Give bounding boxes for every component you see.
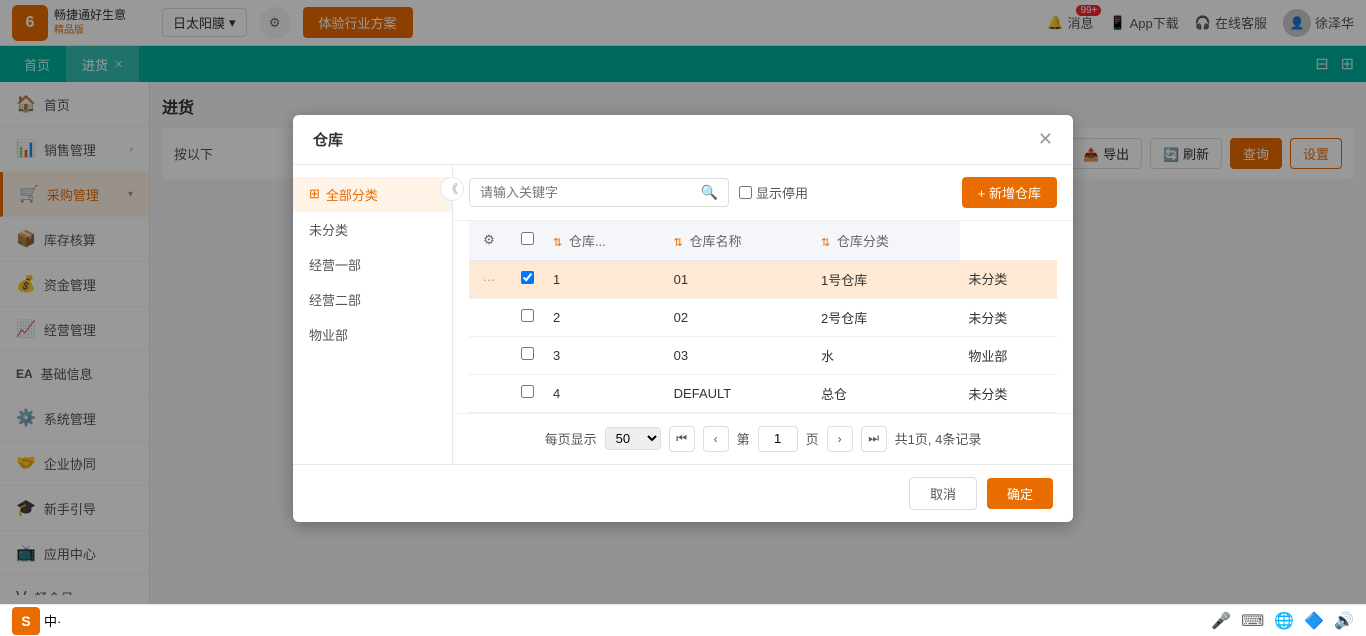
select-all-checkbox[interactable]	[521, 232, 534, 245]
sort-id-icon: ⇅	[553, 237, 562, 249]
row-seq: 4	[545, 374, 666, 412]
th-name: ⇅ 仓库名称	[666, 221, 813, 261]
grid-icon: ⊞	[309, 186, 320, 202]
mic-icon[interactable]: 🎤	[1211, 611, 1231, 631]
row-checkbox[interactable]	[521, 309, 534, 322]
category-all[interactable]: ⊞ 全部分类	[293, 177, 452, 212]
cancel-button[interactable]: 取消	[909, 477, 977, 510]
row-checkbox[interactable]	[521, 385, 534, 398]
category-item-dept1[interactable]: 经营一部	[293, 247, 452, 282]
th-category: ⇅ 仓库分类	[813, 221, 960, 261]
page-size-label: 每页显示	[545, 429, 597, 448]
bottom-logo: S 中·	[12, 607, 61, 635]
warehouse-modal: 仓库 ✕ ⊞ 全部分类 《 未分类 经营一部 经营二部 物业部	[293, 115, 1073, 522]
modal-footer: 取消 确定	[293, 464, 1073, 522]
row-options-cell	[469, 336, 509, 374]
row-category: 未分类	[960, 298, 1057, 336]
table-row[interactable]: 3 03 水 物业部	[469, 336, 1057, 374]
row-checkbox[interactable]	[521, 347, 534, 360]
s-logo-icon: S	[12, 607, 40, 635]
row-category: 未分类	[960, 260, 1057, 298]
table-header-row: ⚙ ⇅ 仓库... ⇅ 仓库名称	[469, 221, 1057, 261]
page-size-select[interactable]: 50 10 20 100	[605, 427, 661, 450]
row-seq: 3	[545, 336, 666, 374]
row-category: 未分类	[960, 374, 1057, 412]
category-item-dept2[interactable]: 经营二部	[293, 282, 452, 317]
warehouse-table: ⚙ ⇅ 仓库... ⇅ 仓库名称	[469, 221, 1057, 413]
row-seq: 1	[545, 260, 666, 298]
show-disabled-wrap: 显示停用	[739, 183, 808, 202]
diamond-icon[interactable]: 🔷	[1304, 611, 1324, 631]
volume-bottom-icon[interactable]: 🔊	[1334, 611, 1354, 631]
row-options-cell: ···	[469, 260, 509, 298]
page-input[interactable]	[758, 426, 798, 452]
next-page-button[interactable]: ›	[827, 426, 853, 452]
show-disabled-label: 显示停用	[756, 183, 808, 202]
pagination: 每页显示 50 10 20 100 ⏮ ‹ 第 页 › ⏭ 共1页, 4条记录	[453, 413, 1073, 464]
row-seq: 2	[545, 298, 666, 336]
confirm-button[interactable]: 确定	[987, 478, 1053, 509]
sort-name-icon: ⇅	[674, 237, 683, 249]
row-category: 物业部	[960, 336, 1057, 374]
row-more-icon[interactable]: ···	[483, 272, 496, 287]
modal-toolbar: 🔍 显示停用 + 新增仓库	[453, 165, 1073, 221]
category-toggle-button[interactable]: 《	[440, 177, 464, 201]
row-name: 2号仓库	[813, 298, 960, 336]
row-name: 水	[813, 336, 960, 374]
th-id: ⇅ 仓库...	[545, 221, 666, 261]
row-id: DEFAULT	[666, 374, 813, 412]
last-page-button[interactable]: ⏭	[861, 426, 887, 452]
row-check-cell	[509, 336, 545, 374]
page-info: 共1页, 4条记录	[895, 429, 982, 448]
search-input[interactable]	[470, 179, 691, 206]
row-name: 1号仓库	[813, 260, 960, 298]
category-item-unclassified[interactable]: 未分类	[293, 212, 452, 247]
keyboard-icon[interactable]: ⌨	[1241, 611, 1264, 631]
row-id: 02	[666, 298, 813, 336]
row-name: 总仓	[813, 374, 960, 412]
bottom-bar: S 中· 🎤 ⌨ 🌐 🔷 🔊	[0, 604, 1366, 636]
warehouse-table-wrap: ⚙ ⇅ 仓库... ⇅ 仓库名称	[453, 221, 1073, 413]
sort-category-icon: ⇅	[821, 237, 830, 249]
modal-overlay: 仓库 ✕ ⊞ 全部分类 《 未分类 经营一部 经营二部 物业部	[0, 0, 1366, 636]
search-icon[interactable]: 🔍	[691, 184, 728, 201]
row-checkbox[interactable]	[521, 271, 534, 284]
prev-page-button[interactable]: ‹	[703, 426, 729, 452]
row-id: 01	[666, 260, 813, 298]
th-checkbox	[509, 221, 545, 261]
new-warehouse-button[interactable]: + 新增仓库	[962, 177, 1057, 208]
first-page-button[interactable]: ⏮	[669, 426, 695, 452]
table-row[interactable]: 4 DEFAULT 总仓 未分类	[469, 374, 1057, 412]
row-id: 03	[666, 336, 813, 374]
page-unit: 页	[806, 429, 819, 448]
modal-body: ⊞ 全部分类 《 未分类 经营一部 经营二部 物业部 🔍	[293, 165, 1073, 464]
page-label: 第	[737, 429, 750, 448]
modal-title: 仓库	[313, 129, 343, 150]
category-sidebar: ⊞ 全部分类 《 未分类 经营一部 经营二部 物业部	[293, 165, 453, 464]
row-check-cell	[509, 260, 545, 298]
modal-close-button[interactable]: ✕	[1038, 129, 1053, 150]
show-disabled-checkbox[interactable]	[739, 186, 752, 199]
th-settings: ⚙	[469, 221, 509, 261]
table-row[interactable]: ··· 1 01 1号仓库 未分类	[469, 260, 1057, 298]
modal-main: 🔍 显示停用 + 新增仓库 ⚙	[453, 165, 1073, 464]
row-check-cell	[509, 374, 545, 412]
search-input-wrap: 🔍	[469, 178, 729, 207]
modal-header: 仓库 ✕	[293, 115, 1073, 165]
category-item-property[interactable]: 物业部	[293, 317, 452, 352]
table-row[interactable]: 2 02 2号仓库 未分类	[469, 298, 1057, 336]
row-options-cell	[469, 374, 509, 412]
language-icon[interactable]: 🌐	[1274, 611, 1294, 631]
row-options-cell	[469, 298, 509, 336]
row-check-cell	[509, 298, 545, 336]
